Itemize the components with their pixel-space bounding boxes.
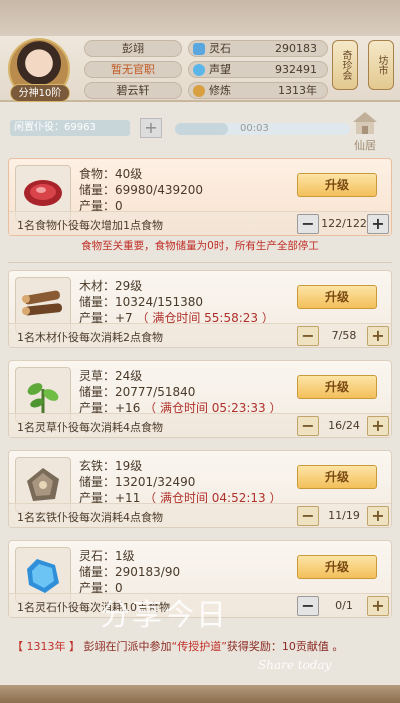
stat-spirit-stone: 灵石 290183	[188, 40, 328, 57]
servant-description: 1名木材仆役每次消耗2点食物	[17, 331, 163, 344]
servant-description: 1名玄铁仆役每次消耗4点食物	[17, 511, 163, 524]
stat-label: 灵石	[209, 42, 231, 55]
food-warning: 食物至关重要，食物储量为0时，所有生产全部停工	[81, 240, 319, 252]
increase-servant-button[interactable]: +	[367, 416, 389, 436]
servant-count: 7/58	[331, 329, 357, 342]
share-watermark: 分享今日	[100, 598, 228, 633]
increase-servant-button[interactable]: +	[367, 214, 389, 234]
xianju-label: 仙居	[354, 139, 376, 152]
decrease-servant-button[interactable]: −	[297, 214, 319, 234]
resource-storage: 储量：10324/151380	[79, 295, 204, 309]
news-player-name: 彭翊	[83, 640, 106, 653]
resource-storage: 储量：20777/51840	[79, 385, 196, 399]
upgrade-button[interactable]: 升级	[297, 285, 377, 309]
resource-storage: 储量：13201/32490	[79, 475, 196, 489]
decrease-servant-button[interactable]: −	[297, 506, 319, 526]
upgrade-button[interactable]: 升级	[297, 375, 377, 399]
upgrade-button[interactable]: 升级	[297, 173, 377, 197]
rank-badge: 分神10阶	[10, 84, 70, 102]
resource-card-iron: 玄铁：19级 储量：13201/32490 产量：+11 （ 满仓时间 04:5…	[8, 450, 392, 528]
resource-storage: 储量：69980/439200	[79, 183, 204, 197]
servant-row: 1名木材仆役每次消耗2点食物 − 7/58 +	[9, 323, 391, 347]
resource-card-herb: 灵草：24级 储量：20777/51840 产量：+16 （ 满仓时间 05:2…	[8, 360, 392, 438]
resource-name: 食物：40级	[79, 167, 143, 181]
idle-servant-strip: 闲置仆役：69963 + 00:03	[10, 118, 365, 138]
increase-servant-button[interactable]: +	[367, 326, 389, 346]
resource-name: 木材：29级	[79, 279, 143, 293]
idle-servant-label: 闲置仆役：69963	[10, 120, 130, 136]
increase-servant-button[interactable]: +	[367, 596, 389, 616]
rare-treasure-button[interactable]: 奇珍会	[332, 40, 358, 90]
bottom-nav-bar	[0, 685, 400, 703]
resource-name: 灵石：1级	[79, 549, 135, 563]
resource-name: 玄铁：19级	[79, 459, 143, 473]
upgrade-button[interactable]: 升级	[297, 555, 377, 579]
stat-value: 1313年	[278, 84, 317, 97]
stat-label: 修炼	[209, 84, 231, 97]
stat-prestige: 声望 932491	[188, 61, 328, 78]
idle-timer: 00:03	[240, 123, 269, 134]
servant-count: 16/24	[328, 419, 360, 432]
resource-card-food: 食物：40级 储量：69980/439200 产量：0 升级 1名食物仆役每次增…	[8, 158, 392, 236]
player-name: 彭翊	[84, 40, 182, 57]
upgrade-button[interactable]: 升级	[297, 465, 377, 489]
resource-storage: 储量：290183/90	[79, 565, 181, 579]
spirit-stone-icon	[193, 43, 205, 55]
resource-card-wood: 木材：29级 储量：10324/151380 产量：+7 （ 满仓时间 55:5…	[8, 270, 392, 348]
increase-servant-button[interactable]: +	[367, 506, 389, 526]
decrease-servant-button[interactable]: −	[297, 596, 319, 616]
servant-row: 1名玄铁仆役每次消耗4点食物 − 11/19 +	[9, 503, 391, 527]
divider	[8, 262, 392, 263]
cultivation-icon	[193, 85, 205, 97]
stat-cultivation: 修炼 1313年	[188, 82, 328, 99]
servant-description: 1名食物仆役每次增加1点食物	[17, 219, 163, 232]
stat-value: 932491	[275, 63, 317, 76]
servant-row: 1名食物仆役每次增加1点食物 − 122/122 +	[9, 211, 391, 235]
top-status-bar	[0, 0, 400, 36]
servant-count: 11/19	[328, 509, 360, 522]
servant-count: 122/122	[321, 217, 367, 230]
stat-label: 声望	[209, 63, 231, 76]
news-year: 【 1313年 】	[12, 640, 80, 653]
residence-name: 碧云轩	[84, 82, 182, 99]
resource-name: 灵草：24级	[79, 369, 143, 383]
servant-description: 1名灵草仆役每次消耗4点食物	[17, 421, 163, 434]
news-text: 在门派中参加	[105, 640, 172, 653]
news-ticker: 【 1313年 】 彭翊在门派中参加“传授护道”获得奖励：10贡献值 。	[12, 638, 388, 658]
xianju-button[interactable]: 仙居	[345, 110, 385, 155]
add-servant-button[interactable]: +	[140, 118, 162, 138]
news-event: “传授护道”	[171, 640, 227, 653]
pagoda-icon	[353, 112, 377, 134]
prestige-icon	[193, 64, 205, 76]
servant-count: 0/1	[335, 599, 353, 612]
decrease-servant-button[interactable]: −	[297, 416, 319, 436]
decrease-servant-button[interactable]: −	[297, 326, 319, 346]
official-title: 暂无官职	[84, 61, 182, 78]
share-watermark-subtitle: Share today	[258, 658, 332, 672]
idle-progress-fill	[175, 123, 228, 135]
market-button[interactable]: 坊市	[368, 40, 394, 90]
servant-row: 1名灵草仆役每次消耗4点食物 − 16/24 +	[9, 413, 391, 437]
news-reward: 获得奖励：10贡献值 。	[226, 640, 344, 653]
stat-value: 290183	[275, 42, 317, 55]
